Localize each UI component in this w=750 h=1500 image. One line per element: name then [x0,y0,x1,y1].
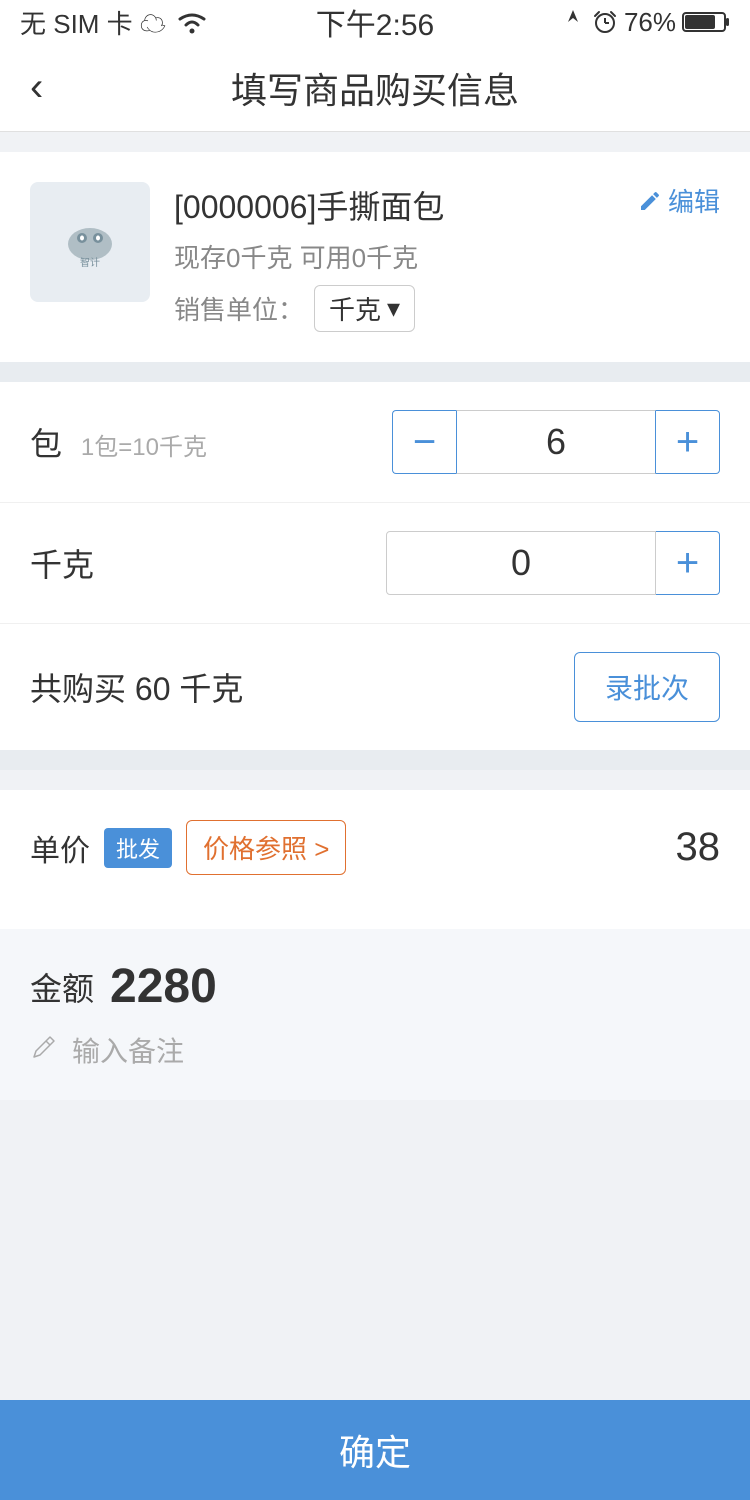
package-plus-button[interactable]: + [656,410,720,474]
product-stock: 现存0千克 可用0千克 [174,238,720,275]
unit-label: 销售单位： [174,290,304,327]
battery-icon [682,9,730,35]
kg-plus-button[interactable]: + [656,531,720,595]
divider-1 [0,362,750,382]
price-label: 单价 [30,826,90,870]
batch-tag: 批发 [104,828,172,868]
batch-button[interactable]: 录批次 [574,652,720,722]
unit-value: 千克 [329,290,381,327]
unit-dropdown-icon: ▾ [387,293,400,324]
product-name: [0000006]手撕面包 [174,182,444,228]
edit-button[interactable]: 编辑 [638,182,720,219]
no-sim-text: 无 SIM 卡 ☁ [20,4,166,41]
kg-qty-control: + [386,531,720,595]
svg-text:智计: 智计 [80,256,100,269]
amount-section: 金额 2280 输入备注 [0,929,750,1100]
package-qty-control: − + [392,410,720,474]
divider-2 [0,750,750,770]
battery-text: 76% [624,7,676,38]
package-label: 包 [30,426,62,462]
price-left: 单价 批发 价格参照 > [30,820,346,875]
nav-bar: ‹ 填写商品购买信息 [0,44,750,132]
total-label: 共购买 60 千克 [30,664,243,710]
product-card: 智计 [0000006]手撕面包 编辑 现存0千克 可用0千克 销售单位： 千克 [0,152,750,362]
price-section: 单价 批发 价格参照 > 38 [0,790,750,929]
status-right: 76% [560,7,730,38]
edit-label: 编辑 [668,182,720,219]
product-info: [0000006]手撕面包 编辑 现存0千克 可用0千克 销售单位： 千克 ▾ [174,182,720,332]
location-icon [560,8,586,36]
total-row: 共购买 60 千克 录批次 [0,624,750,750]
amount-row: 金额 2280 [30,959,720,1014]
product-logo-icon: 智计 [60,212,120,272]
edit-icon [638,189,662,213]
page-title: 填写商品购买信息 [231,62,519,114]
unit-select[interactable]: 千克 ▾ [314,285,415,332]
kg-row: 千克 + [0,503,750,624]
price-row: 单价 批发 价格参照 > 38 [30,820,720,875]
product-image: 智计 [30,182,150,302]
note-icon [30,1035,60,1065]
back-button[interactable]: ‹ [30,65,43,110]
note-placeholder[interactable]: 输入备注 [72,1030,184,1070]
kg-qty-input[interactable] [386,531,656,595]
note-row[interactable]: 输入备注 [30,1030,720,1070]
price-ref-button[interactable]: 价格参照 > [186,820,346,875]
package-label-group: 包 1包=10千克 [30,419,392,465]
amount-label: 金额 [30,964,94,1010]
price-value: 38 [676,825,721,870]
kg-label: 千克 [30,540,386,586]
input-section: 包 1包=10千克 − + 千克 + [0,382,750,624]
package-qty-input[interactable] [456,410,656,474]
product-unit-row: 销售单位： 千克 ▾ [174,285,720,332]
amount-value: 2280 [110,959,217,1014]
status-bar: 无 SIM 卡 ☁ 下午2:56 76% [0,0,750,44]
alarm-icon [592,9,618,35]
kg-label-text: 千克 [30,547,94,583]
package-row: 包 1包=10千克 − + [0,382,750,503]
package-minus-button[interactable]: − [392,410,456,474]
status-time: 下午2:56 [316,0,434,44]
spacer [0,1100,750,1400]
status-left: 无 SIM 卡 ☁ [20,4,210,41]
confirm-button[interactable]: 确定 [0,1400,750,1500]
wifi-icon [174,9,210,35]
package-hint: 1包=10千克 [81,434,207,461]
